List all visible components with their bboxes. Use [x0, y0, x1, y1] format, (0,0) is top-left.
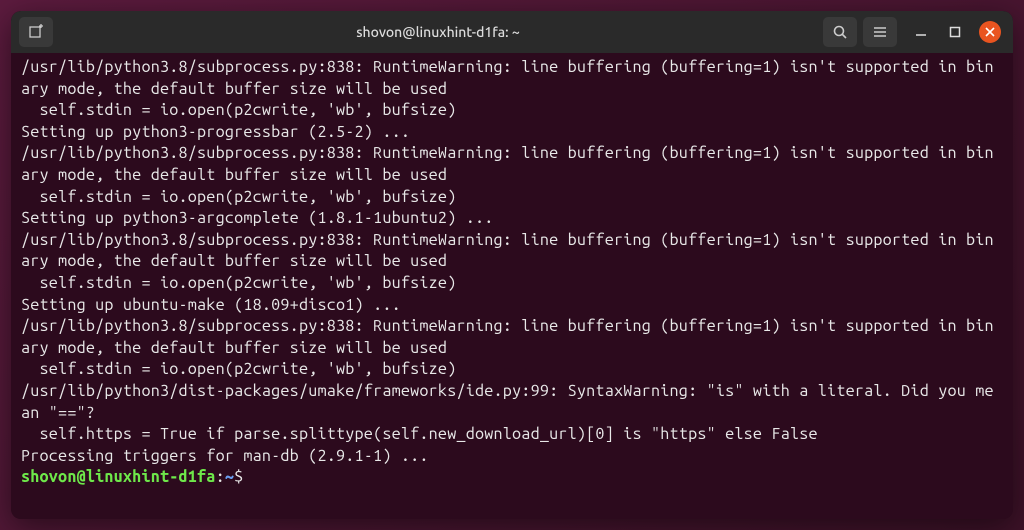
terminal-line: /usr/lib/python3.8/subprocess.py:838: Ru… — [21, 230, 1003, 273]
maximize-button[interactable] — [945, 22, 965, 42]
prompt-user-host: shovon@linuxhint-d1fa — [21, 468, 216, 486]
window-title: shovon@linuxhint-d1fa: ~ — [59, 24, 817, 40]
maximize-icon — [949, 26, 961, 38]
terminal-line: Setting up python3-progressbar (2.5-2) .… — [21, 122, 1003, 144]
terminal-line: Setting up python3-argcomplete (1.8.1-1u… — [21, 208, 1003, 230]
close-button[interactable] — [979, 21, 1001, 43]
minimize-button[interactable] — [911, 22, 931, 42]
terminal-window: shovon@linuxhint-d1fa: ~ — [11, 11, 1013, 519]
menu-button[interactable] — [863, 17, 897, 47]
minimize-icon — [915, 26, 927, 38]
prompt-dollar: $ — [234, 468, 243, 486]
terminal-line: self.stdin = io.open(p2cwrite, 'wb', buf… — [21, 187, 1003, 209]
prompt-sep: : — [216, 468, 225, 486]
search-button[interactable] — [823, 17, 857, 47]
terminal-line: self.stdin = io.open(p2cwrite, 'wb', buf… — [21, 359, 1003, 381]
titlebar: shovon@linuxhint-d1fa: ~ — [11, 11, 1013, 53]
terminal-line: /usr/lib/python3/dist-packages/umake/fra… — [21, 381, 1003, 424]
prompt-line: shovon@linuxhint-d1fa:~$ — [21, 467, 1003, 489]
prompt-path: ~ — [225, 468, 234, 486]
search-icon — [832, 24, 848, 40]
terminal-line: Setting up ubuntu-make (18.09+disco1) ..… — [21, 295, 1003, 317]
close-icon — [985, 27, 995, 37]
terminal-body[interactable]: /usr/lib/python3.8/subprocess.py:838: Ru… — [11, 53, 1013, 519]
terminal-line: /usr/lib/python3.8/subprocess.py:838: Ru… — [21, 316, 1003, 359]
new-tab-button[interactable] — [19, 17, 53, 47]
menu-icon — [872, 24, 888, 40]
terminal-line: /usr/lib/python3.8/subprocess.py:838: Ru… — [21, 57, 1003, 100]
new-tab-icon — [28, 24, 44, 40]
terminal-line: self.https = True if parse.splittype(sel… — [21, 424, 1003, 446]
terminal-line: self.stdin = io.open(p2cwrite, 'wb', buf… — [21, 273, 1003, 295]
terminal-line: self.stdin = io.open(p2cwrite, 'wb', buf… — [21, 100, 1003, 122]
terminal-line: /usr/lib/python3.8/subprocess.py:838: Ru… — [21, 143, 1003, 186]
window-controls — [911, 21, 1001, 43]
terminal-line: Processing triggers for man-db (2.9.1-1)… — [21, 446, 1003, 468]
